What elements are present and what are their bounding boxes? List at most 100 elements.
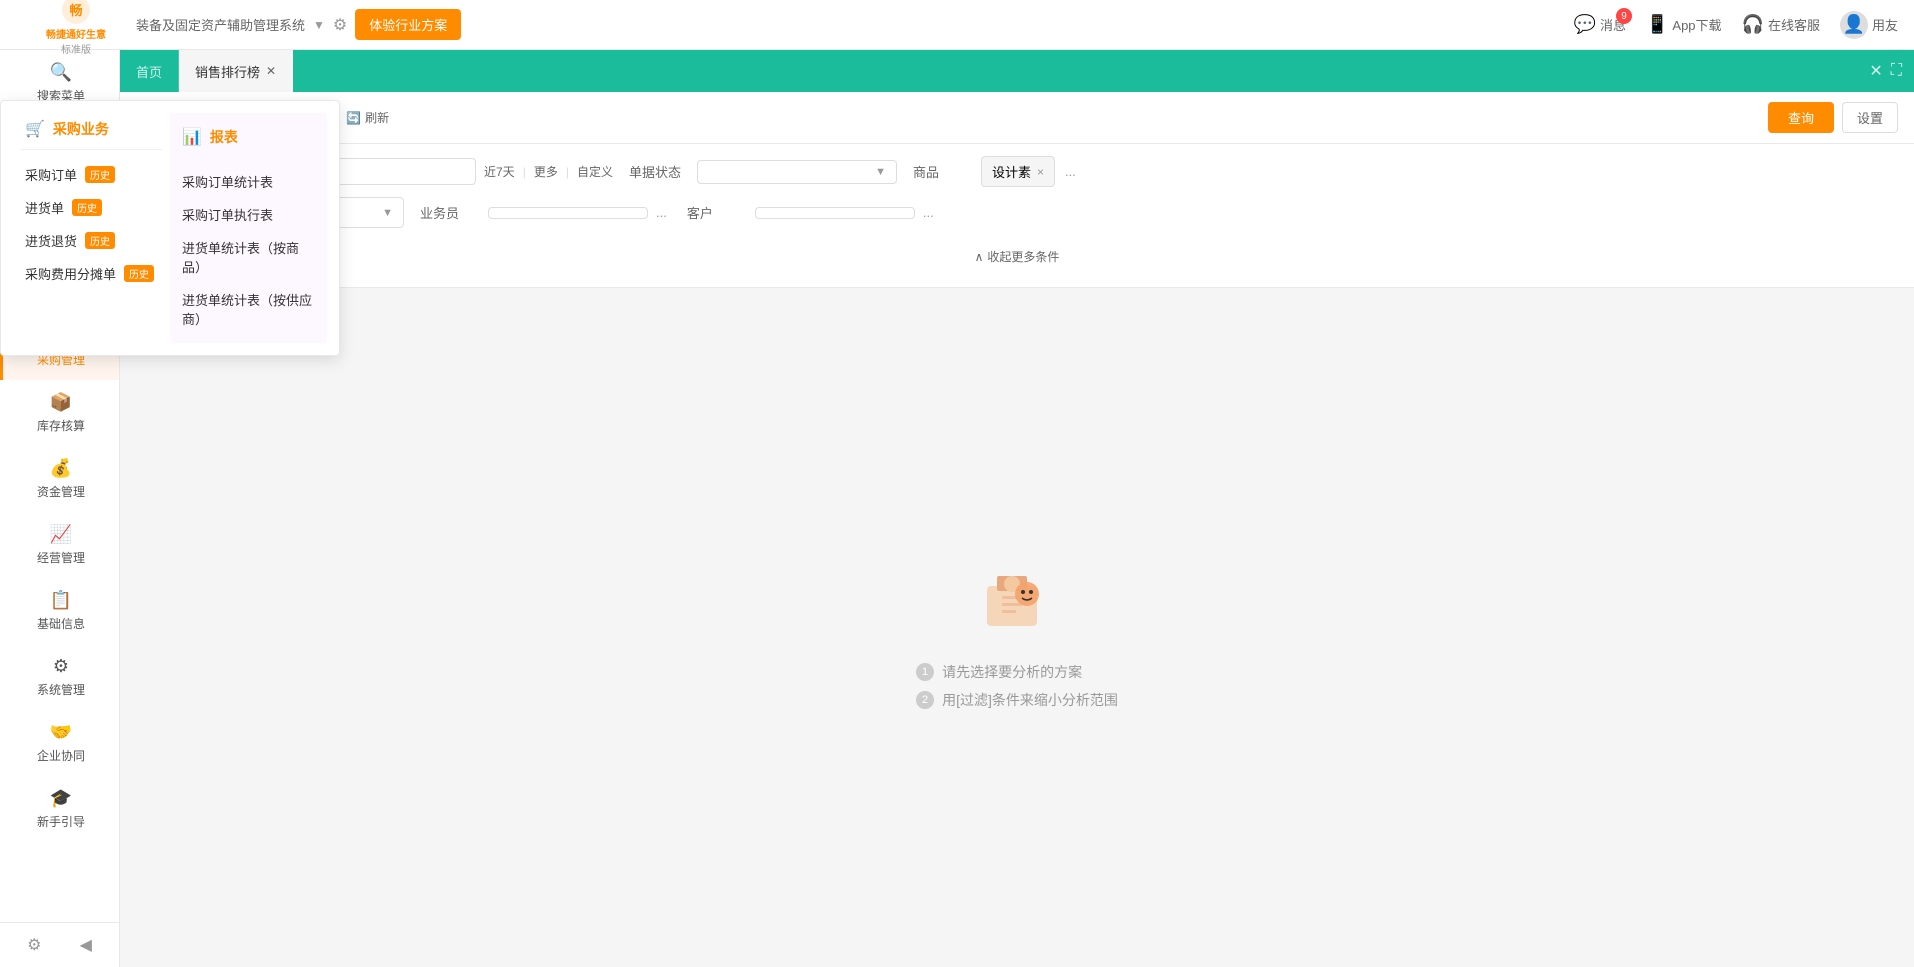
return-history-badge: 历史 xyxy=(85,232,115,249)
tab-sales-ranking[interactable]: 销售排行榜 ✕ xyxy=(179,50,293,92)
sidebar-settings-btn[interactable]: ⚙ xyxy=(27,935,41,955)
sidebar-item-finance[interactable]: 💰 资金管理 xyxy=(0,446,119,512)
online-service-btn[interactable]: 🎧 在线客服 xyxy=(1742,14,1820,35)
sidebar-item-basic[interactable]: 📋 基础信息 xyxy=(0,578,119,644)
incoming-by-supplier-label: 进货单统计表（按供应商） xyxy=(182,290,315,328)
dropdown-item-order-exec[interactable]: 采购订单执行表 xyxy=(178,198,319,231)
dropdown-item-incoming-by-supplier[interactable]: 进货单统计表（按供应商） xyxy=(178,283,319,335)
tab-maximize-icon[interactable]: ⛶ xyxy=(1891,62,1902,80)
incoming-history-badge: 历史 xyxy=(72,199,102,216)
voucher-status-select[interactable]: ▼ xyxy=(697,160,897,184)
query-btn[interactable]: 查询 xyxy=(1768,102,1834,133)
incoming-label: 进货单 xyxy=(25,198,64,217)
industry-btn[interactable]: 体验行业方案 xyxy=(355,9,461,40)
avatar: 👤 xyxy=(1840,11,1868,39)
refresh-icon: 🔄 xyxy=(346,111,361,125)
purchase-dropdown-menu: 🛒 采购业务 采购订单 历史 进货单 历史 进货退货 历史 xyxy=(0,100,340,356)
collab-icon: 🤝 xyxy=(50,722,72,743)
filter-customer: 客户 ... xyxy=(687,203,938,222)
settings-icon[interactable]: ⚙ xyxy=(333,15,347,35)
purchase-col-title: 🛒 采购业务 xyxy=(21,113,162,150)
app-download-btn[interactable]: 📱 App下载 xyxy=(1646,14,1722,35)
customer-input[interactable] xyxy=(755,207,915,219)
preset-7days[interactable]: 近7天 xyxy=(484,163,515,180)
empty-state: 1 请先选择要分析的方案 2 用[过滤]条件来缩小分析范围 xyxy=(120,288,1914,967)
tab-bar: 首页 销售排行榜 ✕ ✕ ⛶ xyxy=(120,50,1914,92)
app-icon: 📱 xyxy=(1646,14,1668,35)
purchase-col-icon: 🛒 xyxy=(25,119,45,139)
filter-row-2: 排名项目 金额 ▼ 业务员 ... xyxy=(136,197,1898,228)
refresh-btn[interactable]: 🔄 刷新 xyxy=(346,109,389,126)
sidebar-item-guide[interactable]: 🎓 新手引导 xyxy=(0,776,119,842)
message-btn[interactable]: 💬 消息 9 xyxy=(1574,14,1626,35)
svg-text:畅: 畅 xyxy=(69,3,82,18)
service-label: 在线客服 xyxy=(1768,15,1820,34)
customer-more-btn[interactable]: ... xyxy=(919,205,938,220)
sidebar-item-ops[interactable]: 📈 经营管理 xyxy=(0,512,119,578)
sidebar-footer: ⚙ ◀ xyxy=(0,922,119,967)
content-area: 首页 销售排行榜 ✕ ✕ ⛶ ❓ 帮助 🖨 按模板打印 xyxy=(120,50,1914,967)
sidebar-item-collab[interactable]: 🤝 企业协同 xyxy=(0,710,119,776)
refresh-label: 刷新 xyxy=(365,109,389,126)
date-presets: 近7天 | 更多 | 自定义 xyxy=(484,163,613,180)
page-toolbar: ❓ 帮助 🖨 按模板打印 ▼ ⬆ 导出 🔄 刷新 查询 xyxy=(120,92,1914,144)
salesperson-input[interactable] xyxy=(488,207,648,219)
user-btn[interactable]: 👤 用友 xyxy=(1840,11,1898,39)
collapse-btn[interactable]: ∧ 收起更多条件 xyxy=(969,242,1066,271)
sidebar-item-inventory[interactable]: 📦 库存核算 xyxy=(0,380,119,446)
inventory-icon: 📦 xyxy=(50,392,72,413)
dropdown-item-return[interactable]: 进货退货 历史 xyxy=(21,224,162,257)
system-title-text: 装备及固定资产辅助管理系统 xyxy=(136,15,305,34)
salesperson-more-btn[interactable]: ... xyxy=(652,205,671,220)
dropdown-item-order-stats[interactable]: 采购订单统计表 xyxy=(178,165,319,198)
tip-num-2: 2 xyxy=(916,691,934,709)
order-stats-label: 采购订单统计表 xyxy=(182,172,273,191)
purchase-order-history-badge: 历史 xyxy=(85,166,115,183)
service-icon: 🎧 xyxy=(1742,14,1764,35)
sidebar-label-guide: 新手引导 xyxy=(37,813,85,830)
tab-home[interactable]: 首页 xyxy=(120,50,179,92)
empty-tip-1-text: 请先选择要分析的方案 xyxy=(942,662,1082,682)
rank-arrow: ▼ xyxy=(382,207,393,219)
dropdown-item-incoming-by-goods[interactable]: 进货单统计表（按商品） xyxy=(178,231,319,283)
voucher-status-arrow: ▼ xyxy=(875,166,886,178)
sidebar-item-system[interactable]: ⚙ 系统管理 xyxy=(0,644,119,710)
dropdown-item-purchase-order[interactable]: 采购订单 历史 xyxy=(21,158,162,191)
system-icon: ⚙ xyxy=(53,656,69,677)
empty-tips: 1 请先选择要分析的方案 2 用[过滤]条件来缩小分析范围 xyxy=(916,662,1118,710)
preset-more[interactable]: 更多 xyxy=(534,163,558,180)
dropdown-arrow-icon[interactable]: ▼ xyxy=(313,18,325,32)
dropdown-item-expense[interactable]: 采购费用分摊单 历史 xyxy=(21,257,162,290)
tab-home-label: 首页 xyxy=(136,62,162,81)
goods-tag-close[interactable]: × xyxy=(1037,165,1044,179)
empty-tip-1: 1 请先选择要分析的方案 xyxy=(916,662,1118,682)
return-label: 进货退货 xyxy=(25,231,77,250)
expense-label: 采购费用分摊单 xyxy=(25,264,116,283)
settings-btn[interactable]: 设置 xyxy=(1842,102,1898,133)
user-label: 用友 xyxy=(1872,15,1898,34)
tab-close-all-icon[interactable]: ✕ xyxy=(1869,61,1882,81)
top-header: 畅 畅捷通好生意 标准版 装备及固定资产辅助管理系统 ▼ ⚙ 体验行业方案 💬 … xyxy=(0,0,1914,50)
dropdown-item-incoming[interactable]: 进货单 历史 xyxy=(21,191,162,224)
tab-close-icon[interactable]: ✕ xyxy=(266,64,276,78)
sidebar-label-system: 系统管理 xyxy=(37,681,85,698)
ops-icon: 📈 xyxy=(50,524,72,545)
sidebar-label-basic: 基础信息 xyxy=(37,615,85,632)
collapse-label: 收起更多条件 xyxy=(987,248,1059,265)
preset-custom[interactable]: 自定义 xyxy=(577,163,613,180)
sidebar-collapse-btn[interactable]: ◀ xyxy=(80,935,92,955)
goods-tag: 设计素 × xyxy=(981,156,1055,187)
tab-sales-ranking-label: 销售排行榜 xyxy=(195,62,260,81)
logo-brand: 畅捷通好生意 xyxy=(46,26,106,41)
purchase-col: 🛒 采购业务 采购订单 历史 进货单 历史 进货退货 历史 xyxy=(13,113,170,343)
sidebar-label-ops: 经营管理 xyxy=(37,549,85,566)
sidebar-label-inventory: 库存核算 xyxy=(37,417,85,434)
filter-voucher-status: 单据状态 ▼ xyxy=(629,160,897,184)
goods-more-btn[interactable]: ... xyxy=(1061,164,1080,179)
guide-icon: 🎓 xyxy=(50,788,72,809)
report-col: 📊 报表 采购订单统计表 采购订单执行表 进货单统计表（按商品） 进货单统计表（… xyxy=(170,113,327,343)
report-col-title-text: 报表 xyxy=(210,127,238,147)
order-exec-label: 采购订单执行表 xyxy=(182,205,273,224)
logo-icon: 畅 xyxy=(60,0,92,26)
message-badge: 9 xyxy=(1616,8,1632,24)
